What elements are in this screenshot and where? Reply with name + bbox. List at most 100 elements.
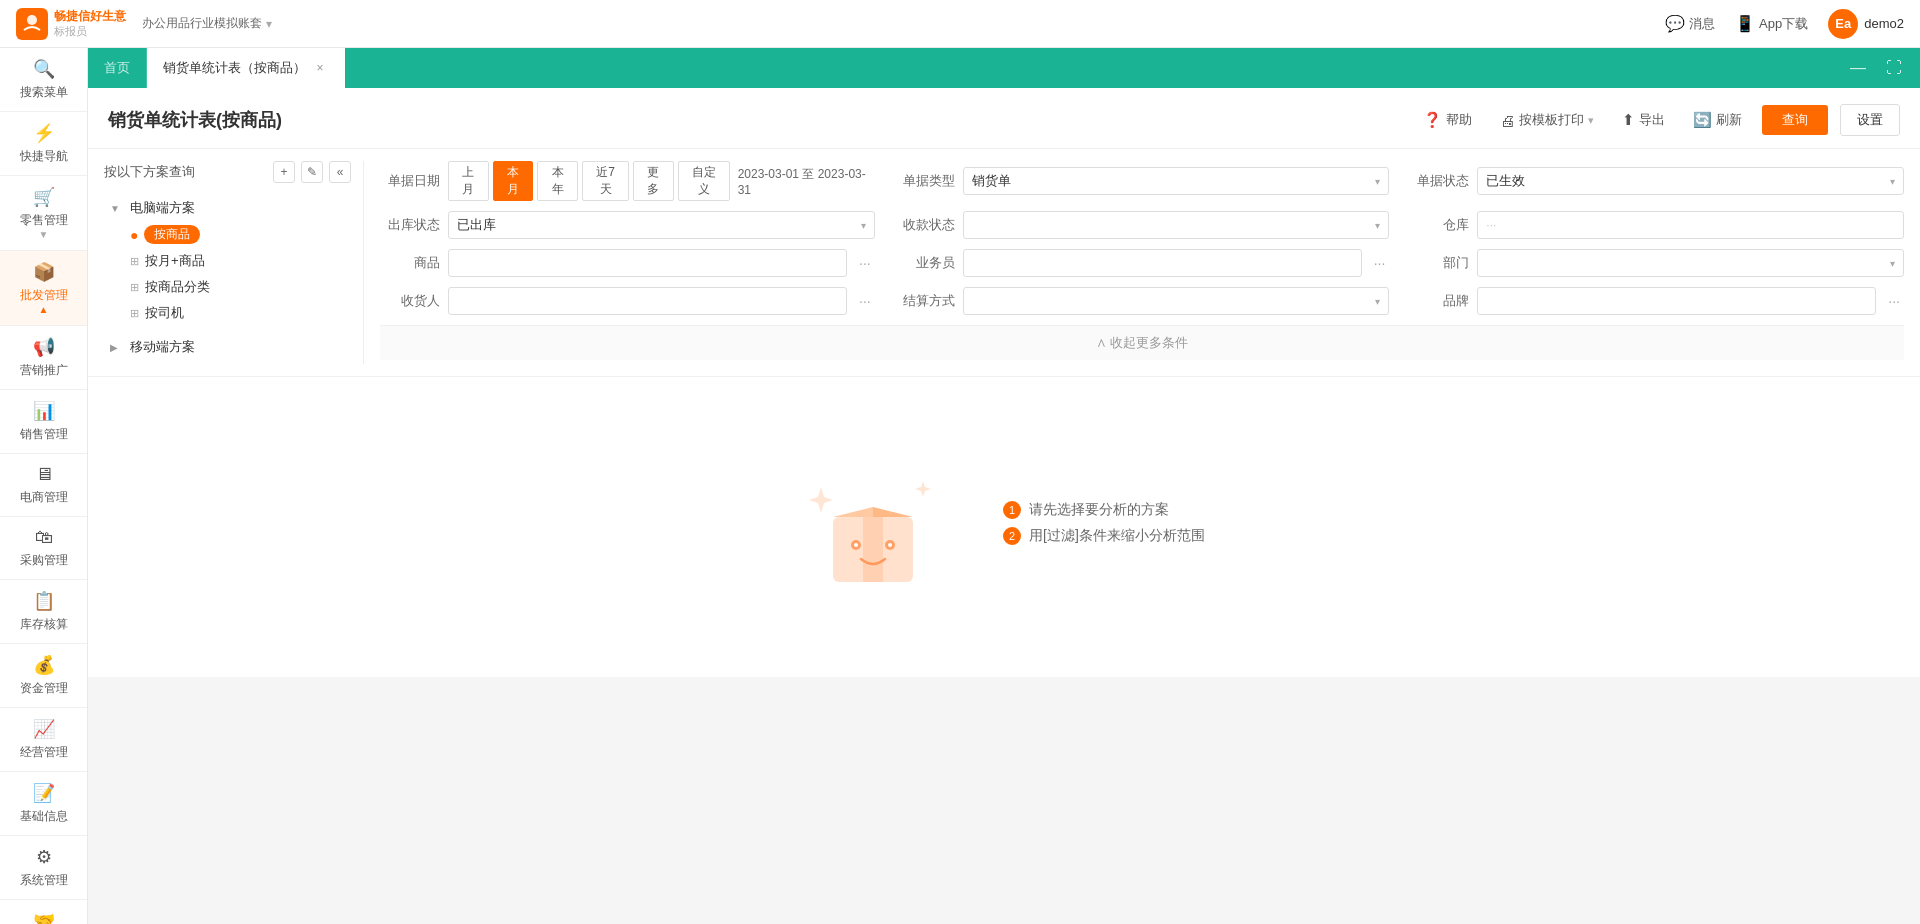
empty-hints: 1 请先选择要分析的方案 2 用[过滤]条件来缩小分析范围 xyxy=(1003,501,1205,553)
goods-input[interactable] xyxy=(448,249,847,277)
scheme-by-category[interactable]: ⊞ 按商品分类 xyxy=(124,274,351,300)
filter-row-3: 商品 ··· 业务员 xyxy=(380,249,1904,277)
help-btn[interactable]: ❓ 帮助 xyxy=(1415,107,1480,133)
brand-more-icon[interactable]: ··· xyxy=(1884,293,1904,309)
warehouse-input[interactable]: ··· xyxy=(1477,211,1904,239)
edit-scheme-btn[interactable]: ✎ xyxy=(301,161,323,183)
scheme-cashier-icon: ⊞ xyxy=(130,307,139,320)
doc-status-label: 单据状态 xyxy=(1409,172,1469,190)
brand-input[interactable] xyxy=(1477,287,1876,315)
date-label: 单据日期 xyxy=(380,172,440,190)
department-arrow-icon: ▾ xyxy=(1890,258,1895,269)
doc-type-arrow-icon: ▾ xyxy=(1375,176,1380,187)
sidebar-item-operation[interactable]: 📈 经营管理 xyxy=(0,708,87,772)
warehouse-label: 仓库 xyxy=(1409,216,1469,234)
warehouse-value: ··· xyxy=(1486,218,1496,232)
refresh-btn[interactable]: 🔄 刷新 xyxy=(1685,107,1750,133)
tab-current[interactable]: 销货单统计表（按商品） × xyxy=(147,48,345,88)
sidebar-item-enterprise[interactable]: 🤝 企业协同 xyxy=(0,900,87,924)
payment-status-label: 收款状态 xyxy=(895,216,955,234)
doc-status-select[interactable]: 已生效 ▾ xyxy=(1477,167,1904,195)
sidebar-item-search[interactable]: 🔍 搜索菜单 xyxy=(0,48,87,112)
scheme-by-goods[interactable]: ● 按商品 xyxy=(124,221,351,248)
mobile-scheme-header[interactable]: ▶ 移动端方案 xyxy=(104,334,351,360)
date-this-year-btn[interactable]: 本年 xyxy=(537,161,578,201)
department-select[interactable]: ▾ xyxy=(1477,249,1904,277)
app-subtitle-area[interactable]: 办公用品行业模拟账套 ▾ xyxy=(134,15,272,32)
settlement-label: 结算方式 xyxy=(895,292,955,310)
sidebar-item-system[interactable]: ⚙ 系统管理 xyxy=(0,836,87,900)
salesperson-more-icon[interactable]: ··· xyxy=(1370,255,1390,271)
out-status-arrow-icon: ▾ xyxy=(861,220,866,231)
payment-status-arrow-icon: ▾ xyxy=(1375,220,1380,231)
filter-doc-type-item: 单据类型 销货单 ▾ xyxy=(895,167,1390,195)
sidebar-item-ecommerce[interactable]: 🖥 电商管理 xyxy=(0,454,87,517)
date-more-btn[interactable]: 更多 xyxy=(633,161,674,201)
user-avatar-area[interactable]: Ea demo2 xyxy=(1828,9,1904,39)
edit-icon: ✎ xyxy=(307,165,317,179)
tab-home[interactable]: 首页 xyxy=(88,48,147,88)
minimize-btn[interactable]: — xyxy=(1844,54,1872,82)
goods-more-icon[interactable]: ··· xyxy=(855,255,875,271)
date-quick-buttons: 上月 本月 本年 近7天 更多 自定义 xyxy=(448,161,730,201)
page-title-bar: 销货单统计表(按商品) ❓ 帮助 🖨 按模板打印 ▾ xyxy=(88,88,1920,149)
salesperson-label: 业务员 xyxy=(895,254,955,272)
settings-btn[interactable]: 设置 xyxy=(1840,104,1900,136)
collapse-scheme-btn[interactable]: « xyxy=(329,161,351,183)
date-last-7days-btn[interactable]: 近7天 xyxy=(582,161,629,201)
quick-nav-icon: ⚡ xyxy=(33,122,55,144)
date-last-month-btn[interactable]: 上月 xyxy=(448,161,489,201)
receiver-input[interactable] xyxy=(448,287,847,315)
sidebar-item-sales[interactable]: 📊 销售管理 xyxy=(0,390,87,454)
ecommerce-icon: 🖥 xyxy=(35,464,53,485)
sidebar-item-wholesale[interactable]: 📦 批发管理 ▲ xyxy=(0,251,87,326)
add-scheme-btn[interactable]: + xyxy=(273,161,295,183)
query-btn[interactable]: 查询 xyxy=(1762,105,1828,135)
date-this-month-btn[interactable]: 本月 xyxy=(493,161,534,201)
date-custom-btn[interactable]: 自定义 xyxy=(678,161,730,201)
maximize-btn[interactable]: ⛶ xyxy=(1880,54,1908,82)
sidebar-item-inventory[interactable]: 📋 库存核算 xyxy=(0,580,87,644)
avatar: Ea xyxy=(1828,9,1858,39)
scheme-by-month-goods[interactable]: ⊞ 按月+商品 xyxy=(124,248,351,274)
sidebar-item-basic[interactable]: 📝 基础信息 xyxy=(0,772,87,836)
scheme-by-cashier[interactable]: ⊞ 按司机 xyxy=(124,300,351,326)
sidebar-item-retail[interactable]: 🛒 零售管理 ▼ xyxy=(0,176,87,251)
sidebar-item-purchase[interactable]: 🛍 采购管理 xyxy=(0,517,87,580)
search-icon: 🔍 xyxy=(33,58,55,80)
page-container: 销货单统计表(按商品) ❓ 帮助 🖨 按模板打印 ▾ xyxy=(88,88,1920,924)
filter-scheme-panel: 按以下方案查询 + ✎ « xyxy=(104,161,364,364)
tab-close-btn[interactable]: × xyxy=(312,60,328,76)
filter-payment-status-item: 收款状态 ▾ xyxy=(895,211,1390,239)
export-btn[interactable]: ⬆ 导出 xyxy=(1614,107,1673,133)
sidebar-item-marketing[interactable]: 📢 营销推广 xyxy=(0,326,87,390)
settlement-select[interactable]: ▾ xyxy=(963,287,1390,315)
sidebar-item-quick-nav[interactable]: ⚡ 快捷导航 xyxy=(0,112,87,176)
sidebar-label-purchase: 采购管理 xyxy=(20,552,68,569)
sidebar-label-wholesale: 批发管理 xyxy=(20,287,68,304)
brand-label: 品牌 xyxy=(1409,292,1469,310)
message-btn[interactable]: 💬 消息 xyxy=(1665,14,1715,33)
collapse-filter-btn[interactable]: ∧ 收起更多条件 xyxy=(380,325,1904,360)
salesperson-input[interactable] xyxy=(963,249,1362,277)
sidebar-label-ecommerce: 电商管理 xyxy=(20,489,68,506)
desktop-scheme-header[interactable]: ▼ 电脑端方案 xyxy=(104,195,351,221)
filter-warehouse-item: 仓库 ··· xyxy=(1409,211,1904,239)
receiver-more-icon[interactable]: ··· xyxy=(855,293,875,309)
refresh-icon: 🔄 xyxy=(1693,111,1712,129)
basic-icon: 📝 xyxy=(33,782,55,804)
doc-status-value: 已生效 xyxy=(1486,172,1525,190)
app-download-btn[interactable]: 📱 App下载 xyxy=(1735,14,1808,33)
out-status-select[interactable]: 已出库 ▾ xyxy=(448,211,875,239)
mobile-expand-icon: ▶ xyxy=(110,342,124,353)
svg-point-5 xyxy=(854,543,858,547)
sidebar-label-retail: 零售管理 xyxy=(20,212,68,229)
sidebar-item-finance[interactable]: 💰 资金管理 xyxy=(0,644,87,708)
print-btn[interactable]: 🖨 按模板打印 ▾ xyxy=(1492,107,1602,133)
payment-status-select[interactable]: ▾ xyxy=(963,211,1390,239)
filter-doc-status-item: 单据状态 已生效 ▾ xyxy=(1409,167,1904,195)
sidebar-nav: 🔍 搜索菜单 ⚡ 快捷导航 🛒 零售管理 ▼ 📦 批发管理 ▲ 📢 营销推广 xyxy=(0,48,88,924)
filter-section: 按以下方案查询 + ✎ « xyxy=(88,149,1920,377)
date-range-display: 2023-03-01 至 2023-03-31 xyxy=(738,166,875,197)
doc-type-select[interactable]: 销货单 ▾ xyxy=(963,167,1390,195)
